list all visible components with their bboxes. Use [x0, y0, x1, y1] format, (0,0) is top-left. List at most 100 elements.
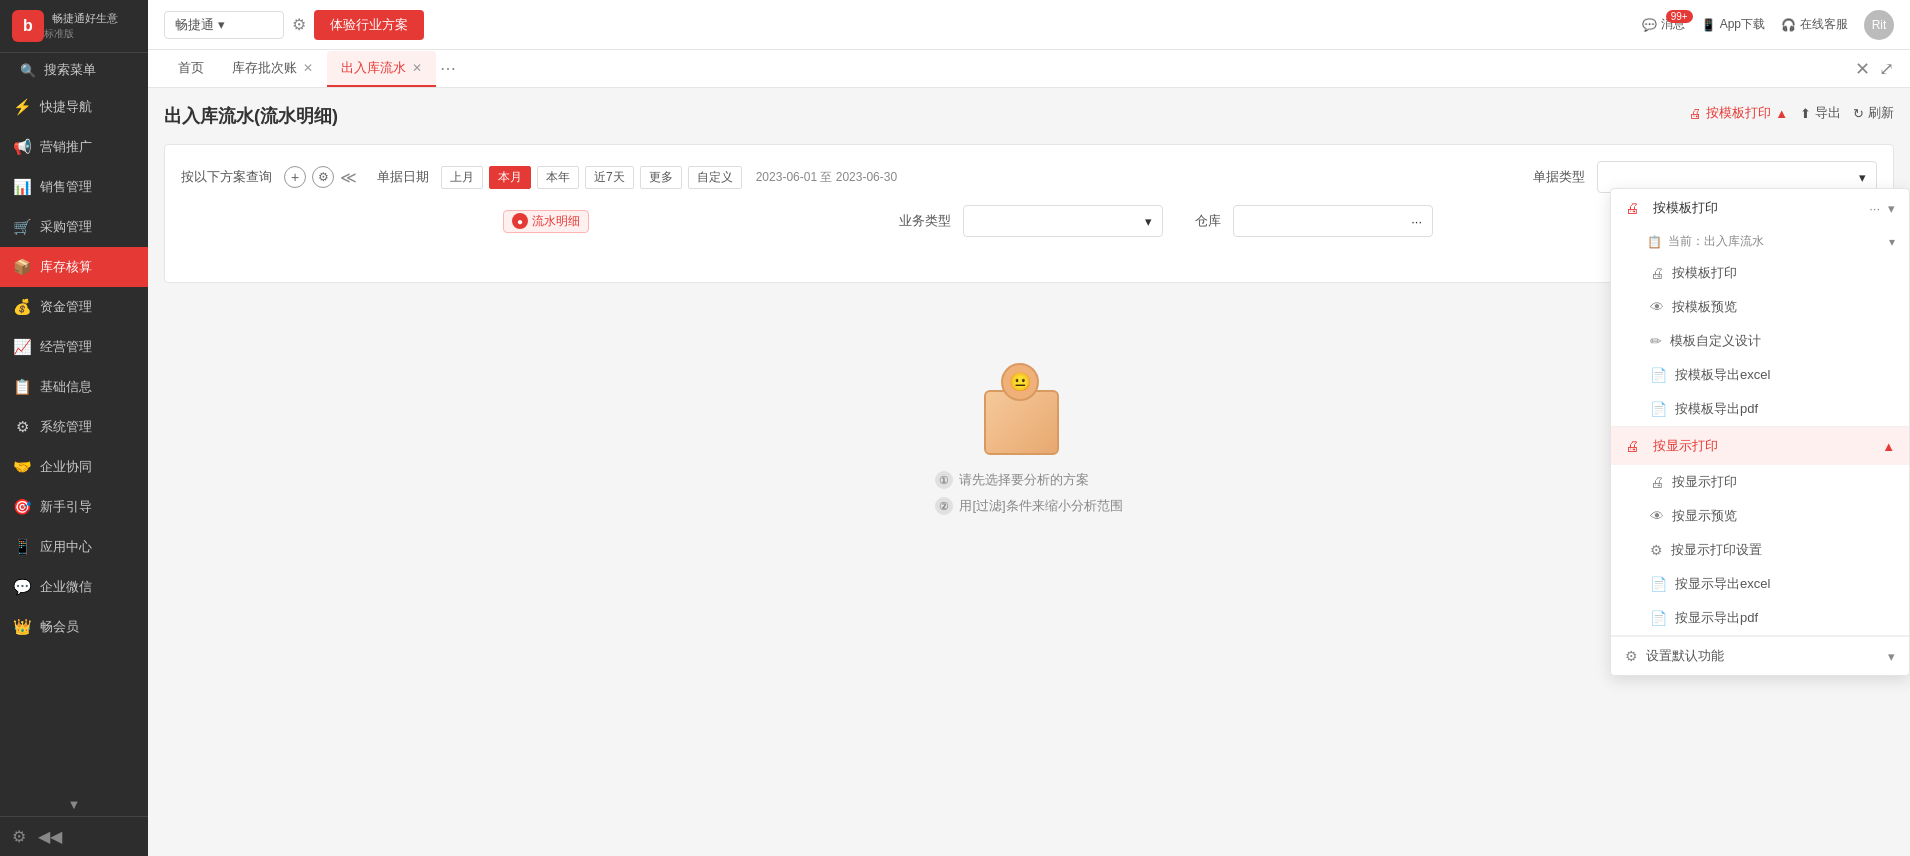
sidebar-item-label: 经营管理	[40, 338, 92, 356]
dp-display-print-item[interactable]: 🖨 按显示打印	[1611, 465, 1909, 499]
sidebar-footer: ⚙ ◀◀	[0, 816, 148, 856]
app-name: 畅捷通好生意	[52, 11, 118, 26]
template-print-label: 按模板打印	[1653, 199, 1718, 217]
empty-step-1-text: 请先选择要分析的方案	[959, 471, 1089, 489]
sidebar-item-sales[interactable]: 📊 销售管理	[0, 167, 148, 207]
sidebar-item-inventory[interactable]: 📦 库存核算	[0, 247, 148, 287]
logo-icon: b	[12, 10, 44, 42]
date-btn-this-month[interactable]: 本月	[489, 166, 531, 189]
sidebar-item-member[interactable]: 👑 畅会员	[0, 607, 148, 647]
dp-template-pdf-item[interactable]: 📄 按模板导出pdf	[1611, 392, 1909, 426]
tab-batch-close[interactable]: ✕	[303, 61, 313, 75]
tab-batch[interactable]: 库存批次账 ✕	[218, 51, 327, 87]
sidebar-item-basic[interactable]: 📋 基础信息	[0, 367, 148, 407]
warehouse-select[interactable]: ···	[1233, 205, 1433, 237]
sidebar-item-quick-nav[interactable]: ⚡ 快捷导航	[0, 87, 148, 127]
doc-type-label: 单据类型	[1533, 168, 1585, 186]
date-btn-more[interactable]: 更多	[640, 166, 682, 189]
tab-flow-label: 出入库流水	[341, 59, 406, 77]
purchase-icon: 🛒	[12, 217, 32, 237]
dp-display-print-label: 按显示打印	[1672, 473, 1737, 491]
dp-template-customize-item[interactable]: ✏ 模板自定义设计	[1611, 324, 1909, 358]
date-btn-last-month[interactable]: 上月	[441, 166, 483, 189]
tab-home[interactable]: 首页	[164, 51, 218, 87]
message-badge: 99+	[1666, 10, 1693, 23]
tabs-close-all-btn[interactable]: ✕ ⤢	[1855, 58, 1894, 80]
filter-tag-label: 流水明细	[532, 213, 580, 230]
dp-template-print-item[interactable]: 🖨 按模板打印	[1611, 256, 1909, 290]
tab-flow[interactable]: 出入库流水 ✕	[327, 51, 436, 87]
sidebar-item-marketing[interactable]: 📢 营销推广	[0, 127, 148, 167]
dp-display-preview-item[interactable]: 👁 按显示预览	[1611, 499, 1909, 533]
step-1-num: ①	[935, 471, 953, 489]
settings-gear-icon[interactable]: ⚙	[292, 15, 306, 34]
dp-pdf-icon: 📄	[1650, 401, 1667, 417]
dp-display-excel-icon: 📄	[1650, 576, 1667, 592]
dp-template-excel-item[interactable]: 📄 按模板导出excel	[1611, 358, 1909, 392]
sidebar-item-label: 畅会员	[40, 618, 79, 636]
sidebar-item-label: 应用中心	[40, 538, 92, 556]
filter-tag-icon: ●	[512, 213, 528, 229]
online-service-label: 在线客服	[1800, 16, 1848, 33]
tabs-expand-icon[interactable]: ⋯	[440, 59, 456, 78]
date-btn-recent-7[interactable]: 近7天	[585, 166, 634, 189]
settings-icon[interactable]: ⚙	[12, 827, 26, 846]
app-logo: b 畅捷通好生意 标准版	[0, 0, 148, 53]
topbar-left: 畅捷通 ▾ ⚙ 体验行业方案	[164, 10, 1630, 40]
dp-display-print-icon: 🖨	[1650, 474, 1664, 490]
topbar-dropdown[interactable]: 畅捷通 ▾	[164, 11, 284, 39]
collapse-icon[interactable]: ◀◀	[38, 827, 62, 846]
dp-display-print-settings-label: 按显示打印设置	[1671, 541, 1762, 559]
app-download-item[interactable]: 📱 App下载	[1701, 16, 1765, 33]
sidebar-item-operations[interactable]: 📈 经营管理	[0, 327, 148, 367]
filter-collapse-btn[interactable]: ≪	[340, 168, 357, 187]
dp-display-excel-label: 按显示导出excel	[1675, 575, 1770, 593]
dp-template-preview-item[interactable]: 👁 按模板预览	[1611, 290, 1909, 324]
message-item[interactable]: 💬 消息 99+	[1642, 16, 1685, 33]
date-btn-this-year[interactable]: 本年	[537, 166, 579, 189]
display-print-header[interactable]: 🖨 按显示打印 ▲	[1611, 427, 1909, 465]
refresh-btn[interactable]: ↻ 刷新	[1853, 104, 1894, 122]
sidebar-item-label: 新手引导	[40, 498, 92, 516]
display-print-header-left: 🖨 按显示打印	[1625, 437, 1718, 455]
user-avatar[interactable]: Rit	[1864, 10, 1894, 40]
dp-display-pdf-item[interactable]: 📄 按显示导出pdf	[1611, 601, 1909, 635]
sidebar-item-system[interactable]: ⚙ 系统管理	[0, 407, 148, 447]
sidebar-item-appstore[interactable]: 📱 应用中心	[0, 527, 148, 567]
topbar: 畅捷通 ▾ ⚙ 体验行业方案 💬 消息 99+ 📱 App下载 🎧 在线客服 R…	[148, 0, 1910, 50]
industry-btn[interactable]: 体验行业方案	[314, 10, 424, 40]
empty-step-2-text: 用[过滤]条件来缩小分析范围	[959, 497, 1122, 515]
sidebar-item-guide[interactable]: 🎯 新手引导	[0, 487, 148, 527]
sidebar-item-label: 销售管理	[40, 178, 92, 196]
search-menu[interactable]: 🔍 搜索菜单	[0, 53, 148, 87]
dp-footer-icon: ⚙	[1625, 648, 1638, 664]
app-download-icon: 📱	[1701, 18, 1716, 32]
chevron-up-display-icon: ▲	[1882, 439, 1895, 454]
sidebar-item-purchase[interactable]: 🛒 采购管理	[0, 207, 148, 247]
export-btn[interactable]: ⬆ 导出	[1800, 104, 1841, 122]
dp-display-excel-item[interactable]: 📄 按显示导出excel	[1611, 567, 1909, 601]
tab-flow-close[interactable]: ✕	[412, 61, 422, 75]
message-icon: 💬	[1642, 18, 1657, 32]
dp-footer-row[interactable]: ⚙ 设置默认功能 ▾	[1611, 637, 1909, 675]
basic-icon: 📋	[12, 377, 32, 397]
sidebar-item-finance[interactable]: 💰 资金管理	[0, 287, 148, 327]
business-type-select[interactable]: ▾	[963, 205, 1163, 237]
expand-icon: ⤢	[1879, 59, 1894, 79]
current-template-label: 当前：出入库流水	[1668, 233, 1764, 250]
print-template-btn[interactable]: 🖨 按模板打印 ▲	[1689, 104, 1788, 122]
dp-display-settings-icon: ⚙	[1650, 542, 1663, 558]
sidebar-scroll-down[interactable]: ▼	[68, 797, 81, 812]
topbar-right: 💬 消息 99+ 📱 App下载 🎧 在线客服 Rit	[1642, 10, 1894, 40]
dp-display-print-settings-item[interactable]: ⚙ 按显示打印设置	[1611, 533, 1909, 567]
current-template-icon: 📋	[1647, 235, 1662, 249]
filter-settings-btn[interactable]: ⚙	[312, 166, 334, 188]
sales-icon: 📊	[12, 177, 32, 197]
date-btn-custom[interactable]: 自定义	[688, 166, 742, 189]
sidebar-item-wechat[interactable]: 💬 企业微信	[0, 567, 148, 607]
template-print-header[interactable]: 🖨 按模板打印 ··· ▾	[1611, 189, 1909, 227]
sidebar-item-label: 采购管理	[40, 218, 92, 236]
filter-add-btn[interactable]: +	[284, 166, 306, 188]
sidebar-item-enterprise[interactable]: 🤝 企业协同	[0, 447, 148, 487]
online-service-item[interactable]: 🎧 在线客服	[1781, 16, 1848, 33]
